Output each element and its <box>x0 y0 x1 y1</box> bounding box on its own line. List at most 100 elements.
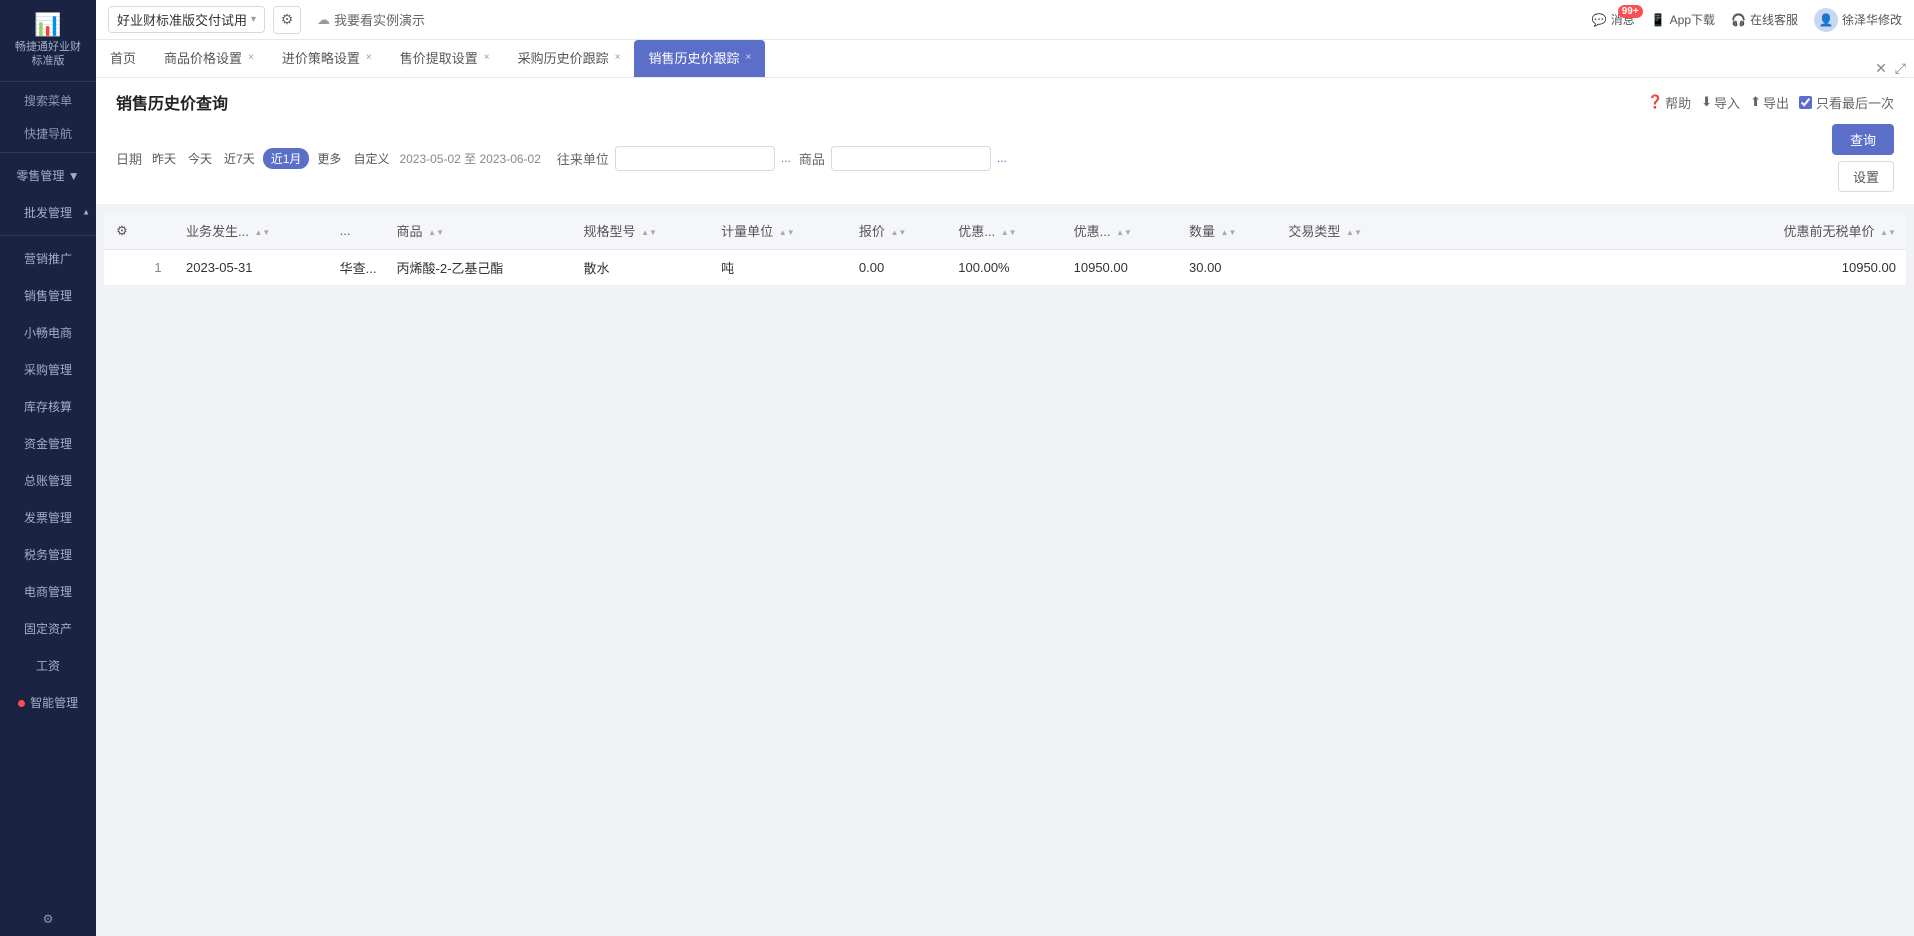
col-quote[interactable]: 报价 ▲▼ <box>849 212 948 250</box>
settings-button[interactable]: 设置 <box>1838 161 1894 192</box>
table-row: 1 2023-05-31 华查... 丙烯酸-2-乙基己酯 散水 吨 0.00 … <box>104 250 1906 286</box>
date-option-7days[interactable]: 近7天 <box>220 148 259 169</box>
source-unit-input[interactable] <box>615 146 775 171</box>
date-option-custom[interactable]: 自定义 <box>349 148 393 169</box>
source-unit-more-btn[interactable]: ... <box>781 151 791 165</box>
query-button[interactable]: 查询 <box>1832 124 1894 155</box>
sidebar-item-marketing[interactable]: 营销推广 <box>0 240 96 277</box>
logo-icon: 📊 <box>8 12 88 38</box>
product-more-btn[interactable]: ... <box>997 151 1007 165</box>
sidebar-item-wholesale[interactable]: 批发管理 <box>0 194 96 231</box>
sidebar-item-payroll[interactable]: 工资 <box>0 647 96 684</box>
tab-purchase-history[interactable]: 采购历史价跟踪 × <box>504 40 635 77</box>
cloud-icon: ☁ <box>317 12 330 28</box>
sidebar-item-ledger[interactable]: 总账管理 <box>0 462 96 499</box>
app-logo: 📊 畅捷通好业财标准版 <box>0 0 96 82</box>
sidebar-item-wholesale-label: 批发管理 <box>24 206 72 220</box>
help-label: 帮助 <box>1665 93 1691 112</box>
sidebar-bottom-settings[interactable]: ⚙ <box>0 902 96 936</box>
version-selector[interactable]: 好业财标准版交付试用 ▾ <box>108 6 265 33</box>
sidebar-item-invoice[interactable]: 发票管理 <box>0 499 96 536</box>
tab-close-window-icon[interactable]: ✕ <box>1875 60 1887 77</box>
sort-icon-quote[interactable]: ▲▼ <box>891 228 907 237</box>
sort-icon-product[interactable]: ▲▼ <box>428 228 444 237</box>
date-option-more[interactable]: 更多 <box>313 148 345 169</box>
sidebar-quick-nav[interactable]: 快捷导航 <box>0 119 96 148</box>
sidebar-item-retail[interactable]: 零售管理 <box>0 157 96 194</box>
topbar-settings-button[interactable]: ⚙ <box>273 6 301 34</box>
col-quantity[interactable]: 数量 ▲▼ <box>1179 212 1278 250</box>
sidebar-item-smart[interactable]: 智能管理 <box>0 684 96 721</box>
col-more[interactable]: ... <box>330 212 387 250</box>
sidebar-item-purchase[interactable]: 采购管理 <box>0 351 96 388</box>
sidebar-item-sales[interactable]: 销售管理 <box>0 277 96 314</box>
col-discount1[interactable]: 优惠... ▲▼ <box>948 212 1063 250</box>
demo-button[interactable]: ☁ 我要看实例演示 <box>317 10 425 29</box>
col-product[interactable]: 商品 ▲▼ <box>387 212 574 250</box>
version-selector-text: 好业财标准版交付试用 <box>117 10 247 29</box>
col-spec[interactable]: 规格型号 ▲▼ <box>573 212 711 250</box>
col-biz-date[interactable]: 业务发生... ▲▼ <box>176 212 330 250</box>
tab-sales-history-close[interactable]: × <box>745 52 751 63</box>
sidebar-item-assets[interactable]: 固定资产 <box>0 610 96 647</box>
logo-text: 畅捷通好业财标准版 <box>8 40 88 69</box>
sidebar-item-inventory[interactable]: 库存核算 <box>0 388 96 425</box>
export-label: 导出 <box>1763 93 1789 112</box>
sort-icon-quantity[interactable]: ▲▼ <box>1221 228 1237 237</box>
tab-home[interactable]: 首页 <box>96 40 150 77</box>
import-button[interactable]: ⬇ 导入 <box>1701 93 1740 112</box>
messages-badge: 99+ <box>1618 5 1643 18</box>
table-settings-icon[interactable]: ⚙ <box>116 223 128 238</box>
last-only-checkbox[interactable] <box>1799 96 1812 109</box>
sort-icon-discount1[interactable]: ▲▼ <box>1001 228 1017 237</box>
sidebar-search[interactable]: 搜索菜单 <box>0 82 96 119</box>
date-range-display: 2023-05-02 至 2023-06-02 <box>399 150 540 167</box>
product-filter-input[interactable] <box>831 146 991 171</box>
source-unit-filter: 往来单位 ... <box>557 146 791 171</box>
app-download-button[interactable]: 📱 App下载 <box>1651 11 1715 28</box>
sort-icon-discount2[interactable]: ▲▼ <box>1116 228 1132 237</box>
col-pretax-price[interactable]: 优惠前无税单价 ▲▼ <box>1711 212 1906 250</box>
sidebar-item-tax[interactable]: 税务管理 <box>0 536 96 573</box>
export-button[interactable]: ⬆ 导出 <box>1750 93 1789 112</box>
tab-price-extract[interactable]: 售价提取设置 × <box>386 40 504 77</box>
date-option-yesterday[interactable]: 昨天 <box>148 148 180 169</box>
tab-purchase-strategy-close[interactable]: × <box>366 52 372 63</box>
col-unit[interactable]: 计量单位 ▲▼ <box>711 212 849 250</box>
sort-icon-trade-type[interactable]: ▲▼ <box>1346 228 1362 237</box>
col-num <box>140 212 176 250</box>
col-discount2[interactable]: 优惠... ▲▼ <box>1064 212 1179 250</box>
help-button[interactable]: ❓ 帮助 <box>1647 93 1691 112</box>
date-option-1month[interactable]: 近1月 <box>263 148 310 169</box>
date-option-today[interactable]: 今天 <box>184 148 216 169</box>
tab-price-extract-close[interactable]: × <box>484 52 490 63</box>
online-service-button[interactable]: 🎧 在线客服 <box>1731 11 1798 28</box>
user-menu[interactable]: 👤 徐泽华修改 <box>1814 8 1902 32</box>
sort-icon-unit[interactable]: ▲▼ <box>779 228 795 237</box>
sort-icon-pretax-price[interactable]: ▲▼ <box>1880 228 1896 237</box>
col-settings[interactable]: ⚙ <box>104 212 140 250</box>
source-unit-label: 往来单位 <box>557 149 609 168</box>
tab-product-price-close[interactable]: × <box>248 52 254 63</box>
avatar: 👤 <box>1814 8 1838 32</box>
col-biz-date-label: 业务发生... <box>186 224 249 239</box>
cell-unit: 吨 <box>711 250 849 286</box>
tab-purchase-history-close[interactable]: × <box>615 52 621 63</box>
sidebar-item-purchase-label: 采购管理 <box>24 363 72 377</box>
sidebar-item-ecommerce[interactable]: 电商管理 <box>0 573 96 610</box>
last-only-checkbox-label[interactable]: 只看最后一次 <box>1799 93 1894 112</box>
tab-maximize-icon[interactable]: ⤢ <box>1895 60 1906 77</box>
tab-product-price[interactable]: 商品价格设置 × <box>150 40 268 77</box>
sort-icon-spec[interactable]: ▲▼ <box>641 228 657 237</box>
cell-spacer <box>1416 250 1711 286</box>
tab-purchase-history-label: 采购历史价跟踪 <box>518 48 609 67</box>
sidebar-item-finance[interactable]: 资金管理 <box>0 425 96 462</box>
tab-purchase-strategy[interactable]: 进价策略设置 × <box>268 40 386 77</box>
sidebar-item-tax-label: 税务管理 <box>24 548 72 562</box>
col-trade-type[interactable]: 交易类型 ▲▼ <box>1278 212 1416 250</box>
tab-sales-history[interactable]: 销售历史价跟踪 × <box>634 40 765 77</box>
tab-sales-history-label: 销售历史价跟踪 <box>648 48 739 67</box>
sort-icon-biz-date[interactable]: ▲▼ <box>254 228 270 237</box>
sidebar-item-ecommerce-small[interactable]: 小畅电商 <box>0 314 96 351</box>
messages-button[interactable]: 💬 消息 99+ <box>1592 11 1635 28</box>
